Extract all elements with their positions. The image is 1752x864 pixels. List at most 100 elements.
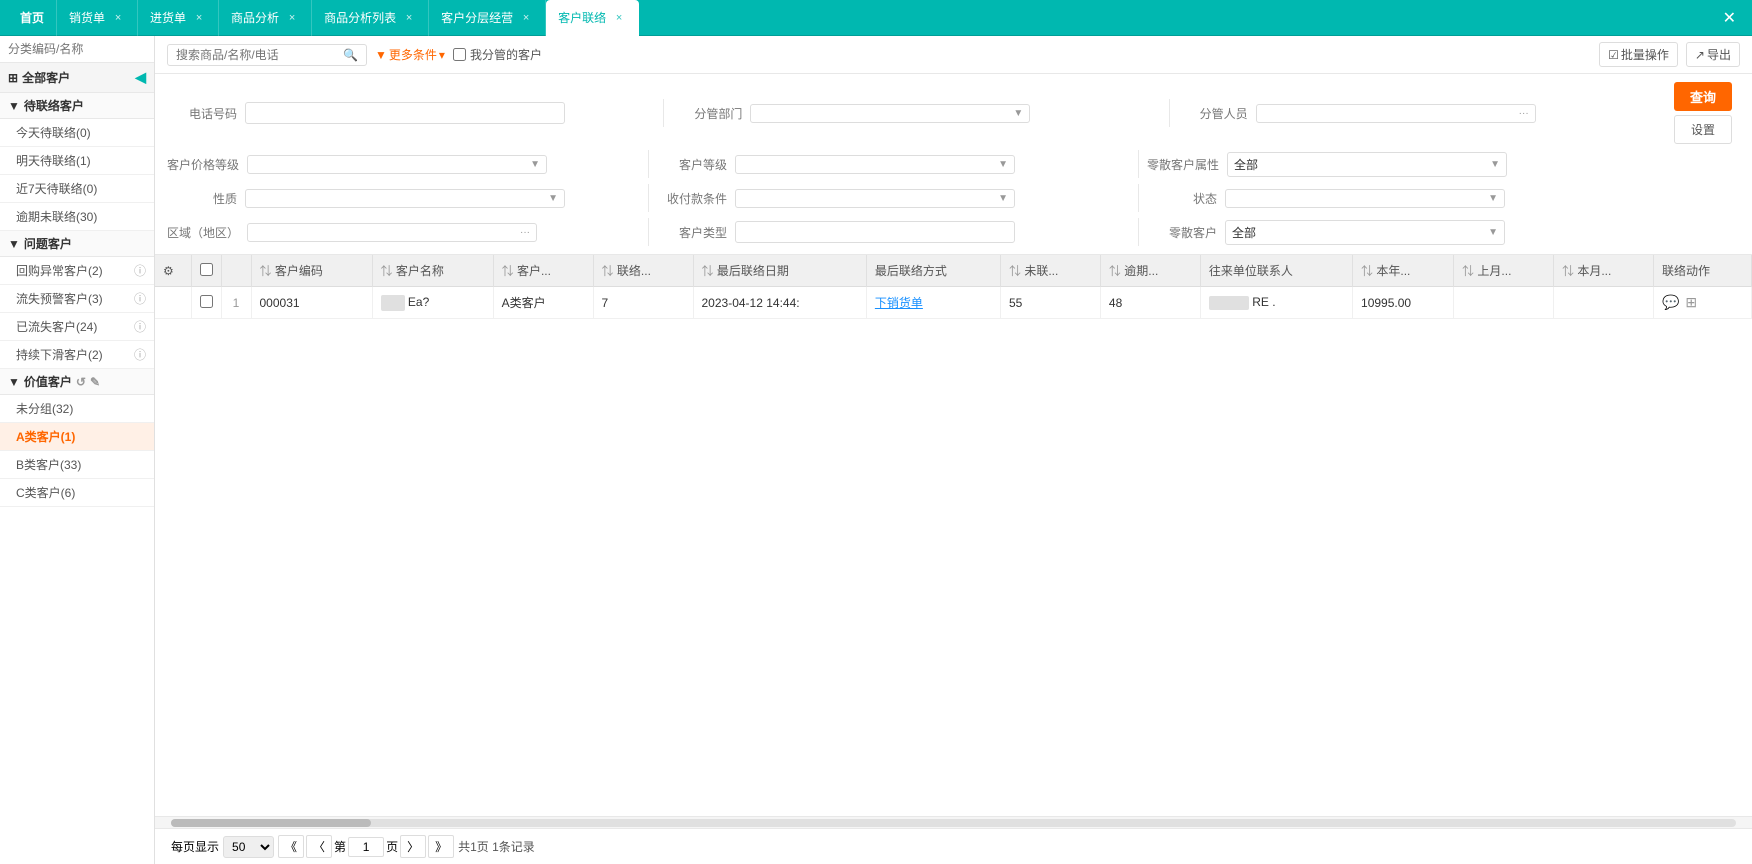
nav-purchase[interactable]: 进货单 × xyxy=(138,0,219,36)
nav-customer-tier[interactable]: 客户分层经营 × xyxy=(429,0,546,36)
row-contact: 7 xyxy=(593,287,693,319)
customer-type-input[interactable] xyxy=(735,221,1015,243)
sidebar-repurchase-abnormal[interactable]: 回购异常客户(2) ⓘ xyxy=(0,257,154,285)
sidebar-a-customers[interactable]: A类客户(1) xyxy=(0,423,154,451)
sidebar-today-contact[interactable]: 今天待联络(0) xyxy=(0,119,154,147)
region-select[interactable]: ··· xyxy=(247,223,537,242)
filter-search-icon[interactable]: 🔍 xyxy=(343,48,358,62)
nav-purchase-close[interactable]: × xyxy=(192,11,206,25)
problem-customers-group[interactable]: ▼ 问题客户 xyxy=(0,231,154,257)
row-checkbox-cell[interactable] xyxy=(191,287,221,319)
select-all-checkbox[interactable] xyxy=(200,263,213,276)
sidebar-all-customers-header[interactable]: ⊞ 全部客户 ◀ xyxy=(0,63,154,93)
nav-goods-list[interactable]: 商品分析列表 × xyxy=(312,0,429,36)
page-number-input[interactable] xyxy=(348,837,384,857)
payment-select[interactable]: ▼ xyxy=(735,189,1015,208)
edit-icon[interactable]: ✎ xyxy=(90,375,100,389)
next-page-btn[interactable]: 〉 xyxy=(400,835,426,858)
horizontal-scrollbar[interactable] xyxy=(155,816,1752,828)
my-customers-checkbox[interactable] xyxy=(453,48,466,61)
col-this-month[interactable]: ⇅ 本月... xyxy=(1554,255,1654,287)
filter-search-input[interactable] xyxy=(176,48,343,62)
nav-goods-analysis[interactable]: 商品分析 × xyxy=(219,0,312,36)
nav-customer-contact[interactable]: 客户联络 × xyxy=(546,0,639,36)
refresh-icon[interactable]: ↺ xyxy=(76,375,86,389)
scroll-track[interactable] xyxy=(171,819,1736,827)
last-page-btn[interactable]: 》 xyxy=(428,835,454,858)
filter-cell-phone: 电话号码 xyxy=(167,102,655,124)
scroll-thumb[interactable] xyxy=(171,819,371,827)
sort-icon: ⇅ xyxy=(260,264,272,278)
sidebar-overdue-contact[interactable]: 逾期未联络(30) xyxy=(0,203,154,231)
col-code[interactable]: ⇅ 客户编码 xyxy=(251,255,372,287)
triangle-icon2: ▼ xyxy=(8,237,20,251)
filter-more-btn[interactable]: ▼ 更多条件 ▾ xyxy=(375,46,445,63)
price-grade-select[interactable]: ▼ xyxy=(247,155,547,174)
last-method-link[interactable]: 下销货单 xyxy=(875,296,923,310)
sidebar-tomorrow-contact[interactable]: 明天待联络(1) xyxy=(0,147,154,175)
phone-input[interactable] xyxy=(245,102,565,124)
export-btn[interactable]: ↗ 导出 xyxy=(1686,42,1740,67)
filter-my-customers[interactable]: 我分管的客户 xyxy=(453,46,542,63)
col-overdue[interactable]: ⇅ 逾期... xyxy=(1100,255,1200,287)
dept-select[interactable]: ▼ xyxy=(750,104,1030,123)
col-settings[interactable]: ⚙ xyxy=(155,255,191,287)
nav-customer-tier-close[interactable]: × xyxy=(519,11,533,25)
prev-page-btn[interactable]: 〈 xyxy=(306,835,332,858)
nav-customer-contact-close[interactable]: × xyxy=(612,11,626,25)
settings-button[interactable]: 设置 xyxy=(1674,115,1732,144)
col-last-month[interactable]: ⇅ 上月... xyxy=(1454,255,1554,287)
chat-action-icon[interactable]: 💬 xyxy=(1662,294,1679,311)
close-window-button[interactable]: ✕ xyxy=(1715,8,1744,28)
manager-select[interactable]: ··· xyxy=(1256,104,1536,123)
filter-cell-customer-grade: 客户等级 ▼ xyxy=(657,155,1130,174)
b-customers-label: B类客户(33) xyxy=(16,456,81,473)
sidebar-churn-warning[interactable]: 流失预警客户(3) ⓘ xyxy=(0,285,154,313)
nav-goods-analysis-close[interactable]: × xyxy=(285,11,299,25)
sidebar-c-customers[interactable]: C类客户(6) xyxy=(0,479,154,507)
col-last-method[interactable]: 最后联络方式 xyxy=(866,255,1000,287)
col-last-date[interactable]: ⇅ 最后联络日期 xyxy=(693,255,866,287)
pending-contact-group[interactable]: ▼ 待联络客户 xyxy=(0,93,154,119)
row-unit-contact-text: RE . xyxy=(1252,295,1275,309)
nav-goods-list-close[interactable]: × xyxy=(402,11,416,25)
row-checkbox[interactable] xyxy=(200,295,213,308)
col-no-contact[interactable]: ⇅ 未联... xyxy=(1000,255,1100,287)
grid-action-icon[interactable]: ⊞ xyxy=(1685,294,1697,311)
retail-select[interactable]: 全部 ▼ xyxy=(1225,220,1505,245)
col-contact[interactable]: ⇅ 联络... xyxy=(593,255,693,287)
query-btn-area: 查询 设置 xyxy=(1666,82,1740,144)
row-last-method[interactable]: 下销货单 xyxy=(866,287,1000,319)
collapse-icon[interactable]: ◀ xyxy=(135,69,146,86)
sidebar-week-contact[interactable]: 近7天待联络(0) xyxy=(0,175,154,203)
settings-icon[interactable]: ⚙ xyxy=(163,264,174,278)
value-customers-group[interactable]: ▼ 价值客户 ↺ ✎ xyxy=(0,369,154,395)
page-size-select[interactable]: 50 100 200 xyxy=(223,836,274,858)
query-button[interactable]: 查询 xyxy=(1674,82,1732,111)
col-unit-contact[interactable]: 往来单位联系人 xyxy=(1200,255,1352,287)
nav-sales-close[interactable]: × xyxy=(111,11,125,25)
retail-value: 全部 xyxy=(1232,224,1256,241)
sidebar-ungrouped[interactable]: 未分组(32) xyxy=(0,395,154,423)
row-last-month xyxy=(1454,287,1554,319)
col-name[interactable]: ⇅ 客户名称 xyxy=(372,255,493,287)
col-checkbox-header[interactable] xyxy=(191,255,221,287)
sidebar-churned[interactable]: 已流失客户(24) ⓘ xyxy=(0,313,154,341)
customer-grade-select[interactable]: ▼ xyxy=(735,155,1015,174)
col-this-year[interactable]: ⇅ 本年... xyxy=(1353,255,1454,287)
status-select[interactable]: ▼ xyxy=(1225,189,1505,208)
filter-row-4: 区域（地区） ··· 客户类型 零散客户 全部 ▼ xyxy=(167,218,1740,246)
nav-home[interactable]: 首页 xyxy=(8,0,57,36)
batch-operation-btn[interactable]: ☑ 批量操作 xyxy=(1599,42,1678,67)
nav-sales[interactable]: 销货单 × xyxy=(57,0,138,36)
sidebar-declining[interactable]: 持续下滑客户(2) ⓘ xyxy=(0,341,154,369)
col-category[interactable]: ⇅ 客户... xyxy=(493,255,593,287)
week-contact-label: 近7天待联络(0) xyxy=(16,180,97,197)
a-customers-label: A类客户(1) xyxy=(16,428,75,445)
sidebar-b-customers[interactable]: B类客户(33) xyxy=(0,451,154,479)
first-page-btn[interactable]: 《 xyxy=(278,835,304,858)
sidebar-search-input[interactable] xyxy=(8,42,155,56)
churn-warning-label: 流失预警客户(3) xyxy=(16,290,103,307)
nature-select[interactable]: ▼ xyxy=(245,189,565,208)
retail-attr-select[interactable]: 全部 ▼ xyxy=(1227,152,1507,177)
